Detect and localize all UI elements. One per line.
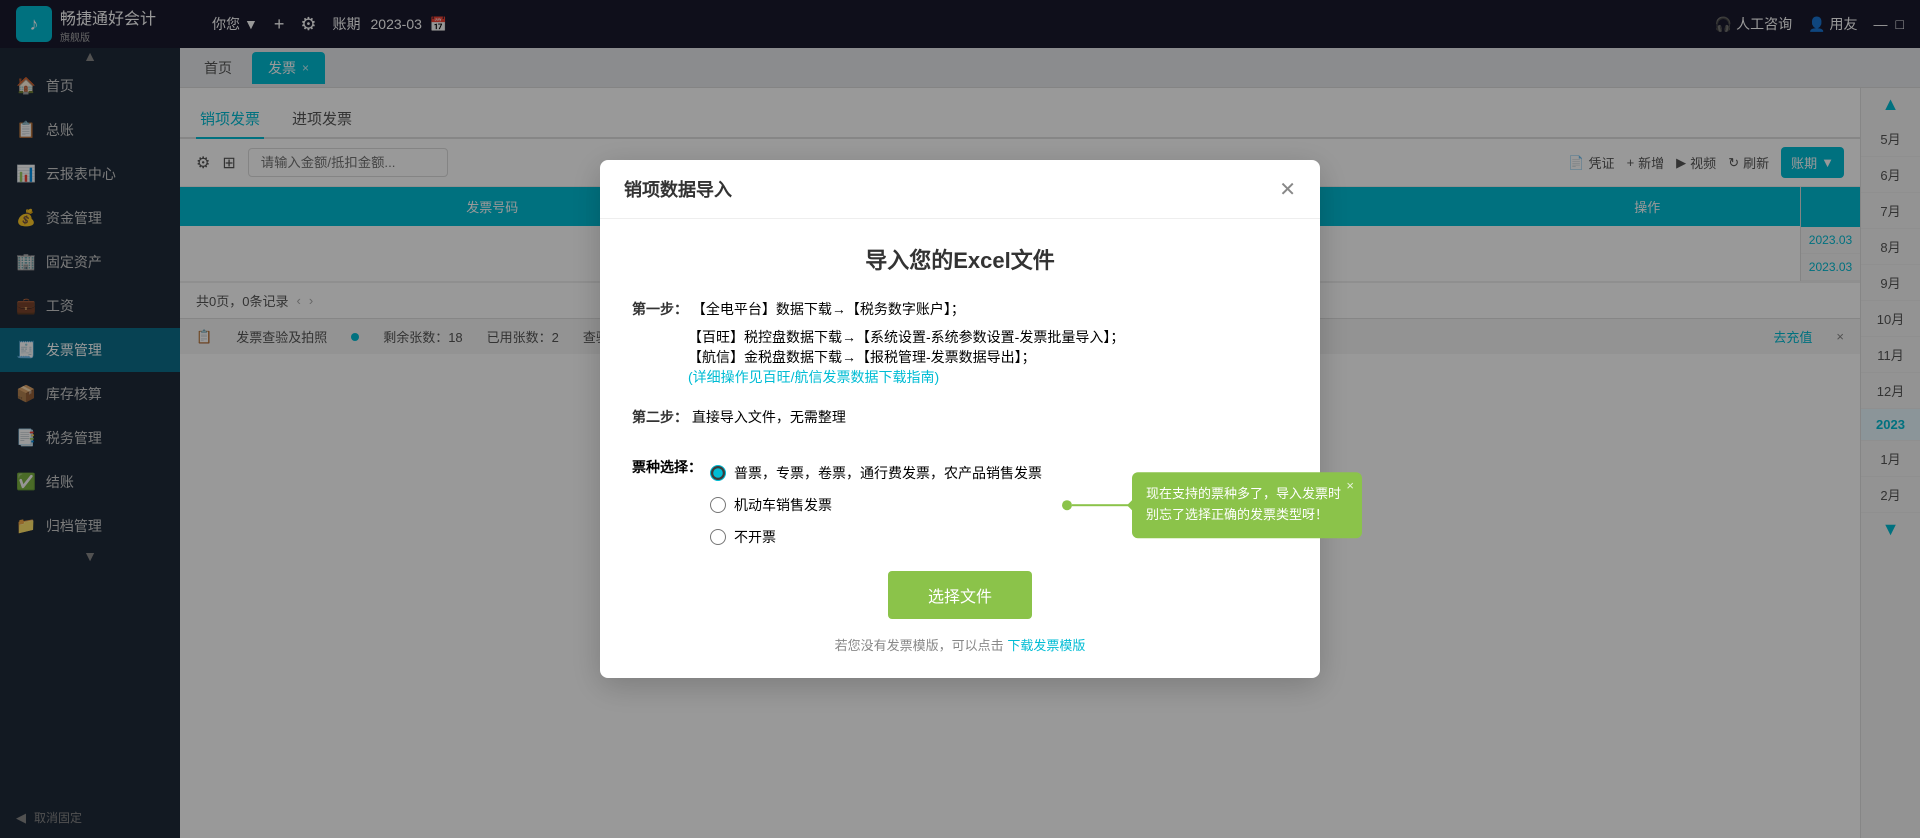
ticket-label: 票种选择： [632, 457, 702, 477]
select-file-button[interactable]: 选择文件 [888, 571, 1032, 619]
tooltip-arrow [1122, 500, 1132, 510]
modal-body: 导入您的Excel文件 第一步： 【全电平台】数据下载→【税务数字账户】； 【百… [600, 219, 1320, 678]
radio-label-2: 机动车销售发票 [734, 495, 832, 515]
ticket-type-section: 票种选择： 普票，专票，卷票，通行费发票，农产品销售发票 机动车销售发票 [632, 455, 1288, 547]
guide-link[interactable]: (详细操作见百旺/航信发票数据下载指南) [688, 369, 939, 385]
modal-main-title: 导入您的Excel文件 [632, 243, 1288, 275]
download-tip: 若您没有发票模版，可以点击 下载发票模版 [632, 635, 1288, 654]
step1-line2: 【百旺】税控盘数据下载→【系统设置-系统参数设置-发票批量导入】； [688, 329, 1124, 345]
modal-header: 销项数据导入 ✕ [600, 160, 1320, 219]
modal-close-btn[interactable]: ✕ [1279, 177, 1296, 202]
radio-label-3: 不开票 [734, 527, 776, 547]
tooltip-container: 现在支持的票种多了，导入发票时别忘了选择正确的发票类型呀！ × [1062, 472, 1362, 538]
radio-option-2[interactable]: 机动车销售发票 现在支持的票种多了，导入发票时别忘了选择正确的发票类型呀！ × [710, 495, 1042, 515]
tooltip-bubble: 现在支持的票种多了，导入发票时别忘了选择正确的发票类型呀！ × [1132, 472, 1362, 538]
tooltip-dot [1062, 500, 1072, 510]
modal-overlay: 销项数据导入 ✕ 导入您的Excel文件 第一步： 【全电平台】数据下载→【税务… [0, 0, 1920, 838]
radio-label-1: 普票，专票，卷票，通行费发票，农产品销售发票 [734, 463, 1042, 483]
tooltip-text: 现在支持的票种多了，导入发票时别忘了选择正确的发票类型呀！ [1146, 486, 1341, 522]
step2-content: 直接导入文件，无需整理 [692, 409, 846, 425]
radio-input-1[interactable] [710, 465, 726, 481]
radio-group: 普票，专票，卷票，通行费发票，农产品销售发票 机动车销售发票 现在支持的票种多了… [710, 463, 1042, 547]
import-modal: 销项数据导入 ✕ 导入您的Excel文件 第一步： 【全电平台】数据下载→【税务… [600, 160, 1320, 678]
modal-title: 销项数据导入 [624, 176, 732, 202]
radio-option-1[interactable]: 普票，专票，卷票，通行费发票，农产品销售发票 [710, 463, 1042, 483]
step1-line3: 【航信】金税盘数据下载→【报税管理-发票数据导出】； [688, 349, 1036, 365]
radio-option-3[interactable]: 不开票 [710, 527, 1042, 547]
download-tip-text: 若您没有发票模版，可以点击 [835, 638, 1004, 653]
download-template-link[interactable]: 下载发票模版 [1007, 638, 1085, 653]
step1-label: 第一步： [632, 299, 688, 319]
radio-input-3[interactable] [710, 529, 726, 545]
step1-link[interactable]: (详细操作见百旺/航信发票数据下载指南) [688, 369, 939, 385]
step1-line1: 【全电平台】数据下载→【税务数字账户】； [692, 301, 965, 317]
step2-label: 第二步： [632, 407, 688, 427]
step1-section: 第一步： 【全电平台】数据下载→【税务数字账户】； 【百旺】税控盘数据下载→【系… [632, 299, 1288, 387]
radio-input-2[interactable] [710, 497, 726, 513]
tooltip-close-btn[interactable]: × [1346, 476, 1354, 497]
step2-section: 第二步： 直接导入文件，无需整理 [632, 407, 1288, 435]
